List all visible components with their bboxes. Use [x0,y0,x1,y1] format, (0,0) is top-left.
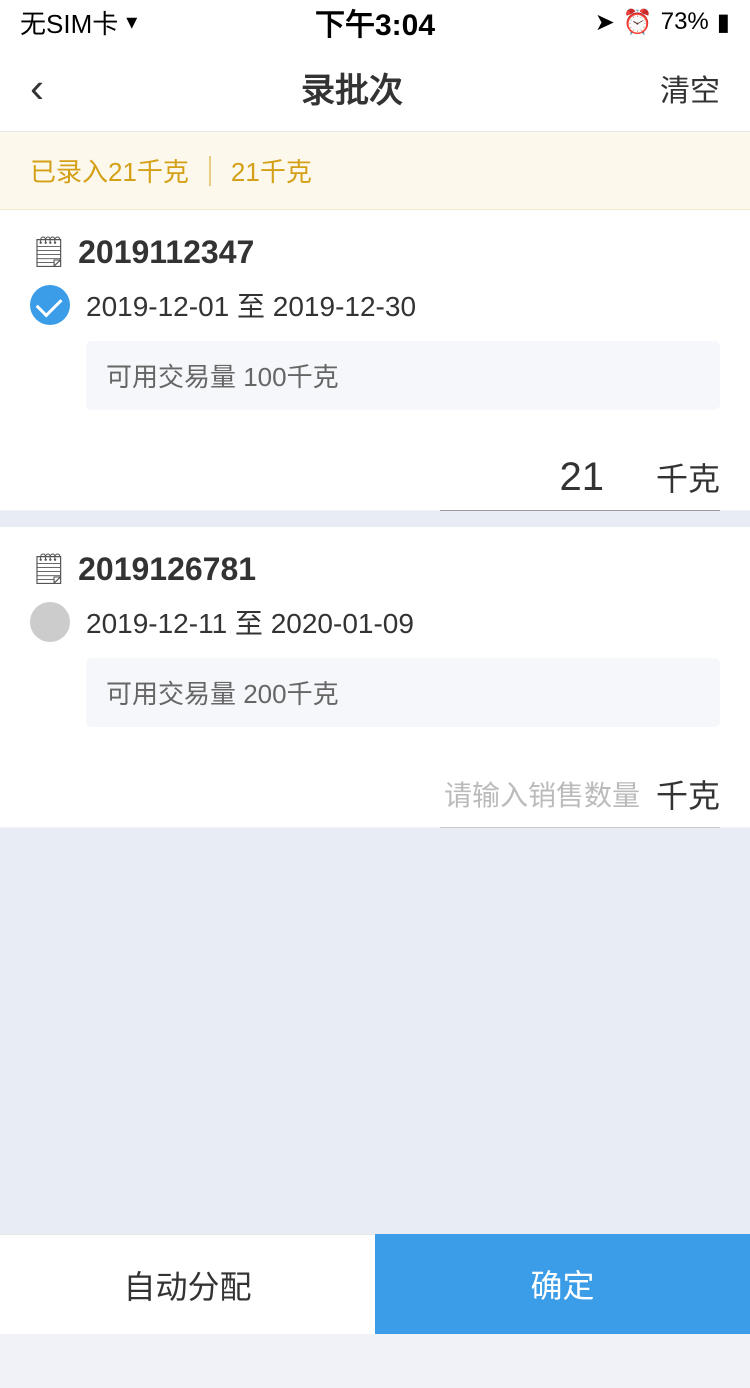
batch-card-2: 🗒 2019126781 2019-12-11 至 2020-01-09 可用交… [0,527,750,751]
quantity-unit-2: 千克 [656,771,720,817]
quantity-unit-1: 千克 [656,454,720,500]
info-divider [209,156,211,186]
doc-icon-1: 🗒 [30,235,68,270]
recorded-label: 已录入21千克 [30,152,189,189]
batch-date-1: 2019-12-01 至 2019-12-30 [86,285,416,325]
carrier-text: 无SIM卡 [20,4,118,41]
quantity-row-1: 21 千克 [0,434,750,510]
confirm-button[interactable]: 确定 [375,1234,750,1334]
batch-avail-1: 可用交易量 100千克 [86,341,720,410]
battery-text: 73% [661,8,709,36]
batch-number-1: 2019112347 [78,234,254,271]
batch-date-2: 2019-12-11 至 2020-01-09 [86,602,414,642]
doc-icon-2: 🗒 [30,552,68,587]
info-banner: 已录入21千克 21千克 [0,132,750,210]
radio-2[interactable] [30,602,70,642]
status-carrier: 无SIM卡 ▾ [20,4,137,41]
status-right: ➤ ⏰ 73% ▮ [595,8,730,37]
empty-area [0,828,750,1288]
batch-header-1: 🗒 2019112347 [30,234,720,271]
clear-button[interactable]: 清空 [660,66,720,110]
status-time: 下午3:04 [315,0,435,44]
info-amount: 21千克 [231,152,312,189]
radio-1[interactable] [30,285,70,325]
batch-card-1: 🗒 2019112347 2019-12-01 至 2019-12-30 可用交… [0,210,750,434]
batch-avail-2: 可用交易量 200千克 [86,658,720,727]
battery-icon: ▮ [717,8,730,37]
quantity-value-1[interactable]: 21 [559,455,604,500]
wifi-icon: ▾ [126,9,137,35]
nav-bar: ‹ 录批次 清空 [0,44,750,132]
alarm-icon: ⏰ [623,8,653,37]
auto-distribute-button[interactable]: 自动分配 [0,1234,375,1334]
batch-header-2: 🗒 2019126781 [30,551,720,588]
batch-date-row-2[interactable]: 2019-12-11 至 2020-01-09 [30,602,720,642]
batch-number-2: 2019126781 [78,551,256,588]
batch-date-row-1[interactable]: 2019-12-01 至 2019-12-30 [30,285,720,325]
batch-input-row-2: 请输入销售数量 千克 [0,751,750,827]
section-separator [0,511,750,527]
back-button[interactable]: ‹ [30,64,44,112]
bottom-bar: 自动分配 确定 [0,1234,750,1334]
page-title: 录批次 [301,63,403,112]
status-bar: 无SIM卡 ▾ 下午3:04 ➤ ⏰ 73% ▮ [0,0,750,44]
location-icon: ➤ [595,8,615,37]
quantity-placeholder-2[interactable]: 请输入销售数量 [444,774,640,814]
